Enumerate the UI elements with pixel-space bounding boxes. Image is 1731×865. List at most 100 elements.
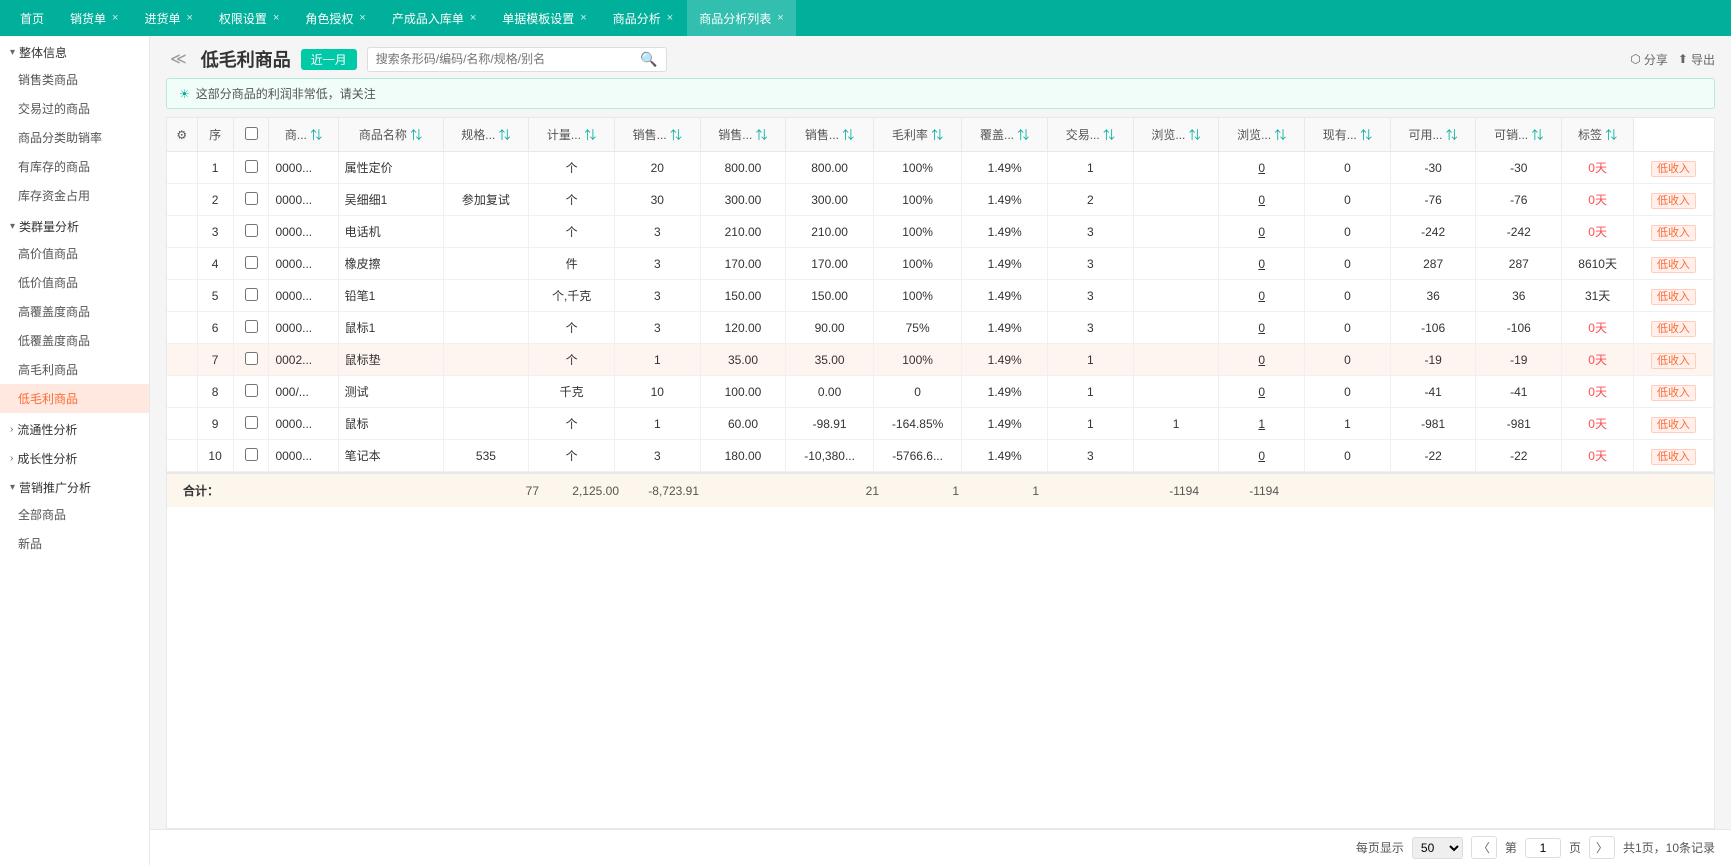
chevron-down-icon: ▾: [10, 221, 15, 232]
sidebar-item-low-margin[interactable]: 低毛利商品: [0, 384, 149, 413]
table-cell-s4: 100%: [873, 216, 961, 248]
row-checkbox[interactable]: [245, 352, 258, 365]
close-icon[interactable]: ×: [359, 12, 365, 24]
table-cell-code: 0002...: [269, 344, 338, 376]
row-checkbox[interactable]: [245, 448, 258, 461]
sidebar-item-low-value[interactable]: 低价值商品: [0, 268, 149, 297]
table-cell-checkbox[interactable]: [233, 344, 269, 376]
search-icon[interactable]: 🔍: [640, 51, 657, 68]
table-cell-tag: 低收入: [1634, 216, 1714, 248]
sidebar-collapse-button[interactable]: ≪: [166, 49, 191, 69]
nav-product-analysis[interactable]: 商品分析 ×: [601, 0, 685, 36]
row-checkbox[interactable]: [245, 160, 258, 173]
col-browse1[interactable]: 浏览... ⇅: [1133, 118, 1219, 152]
table-cell-browse1: 0: [1219, 184, 1305, 216]
col-browse2[interactable]: 浏览... ⇅: [1219, 118, 1305, 152]
prev-page-button[interactable]: 〈: [1471, 836, 1497, 859]
table-cell-stock: 287: [1390, 248, 1476, 280]
table-cell-saleable: 0天: [1562, 408, 1634, 440]
sidebar-group-marketing[interactable]: ▾ 营销推广分析: [0, 471, 149, 500]
filter-tag-month[interactable]: 近一月: [301, 49, 357, 70]
sidebar-item-high-value[interactable]: 高价值商品: [0, 239, 149, 268]
sidebar-item-new-goods[interactable]: 新品: [0, 529, 149, 558]
table-cell-checkbox[interactable]: [233, 376, 269, 408]
table-cell-tag: 低收入: [1634, 184, 1714, 216]
close-icon[interactable]: ×: [580, 12, 586, 24]
sidebar-item-low-coverage[interactable]: 低覆盖度商品: [0, 326, 149, 355]
col-stock[interactable]: 现有... ⇅: [1305, 118, 1391, 152]
page-size-select[interactable]: 50 100 200: [1412, 837, 1463, 859]
row-checkbox[interactable]: [245, 224, 258, 237]
table-cell-browse1: 0: [1219, 312, 1305, 344]
sidebar-item-category-rate[interactable]: 商品分类助销率: [0, 123, 149, 152]
col-checkbox[interactable]: [233, 118, 269, 152]
table-cell-trade: [1133, 376, 1219, 408]
close-icon[interactable]: ×: [112, 12, 118, 24]
nav-product-entry[interactable]: 产成品入库单 ×: [380, 0, 488, 36]
page-number-input[interactable]: [1525, 838, 1561, 858]
nav-permission-settings[interactable]: 权限设置 ×: [207, 0, 291, 36]
table-cell-checkbox[interactable]: [233, 216, 269, 248]
export-icon: ⬆: [1678, 52, 1688, 66]
col-tag[interactable]: 标签 ⇅: [1562, 118, 1634, 152]
sidebar-group-overall[interactable]: ▾ 整体信息: [0, 36, 149, 65]
table-cell-checkbox[interactable]: [233, 408, 269, 440]
row-checkbox[interactable]: [245, 288, 258, 301]
sidebar-group-cluster[interactable]: ▾ 类群量分析: [0, 210, 149, 239]
row-checkbox[interactable]: [245, 256, 258, 269]
nav-sales-order[interactable]: 销货单 ×: [58, 0, 130, 36]
col-margin[interactable]: 毛利率 ⇅: [873, 118, 961, 152]
close-icon[interactable]: ×: [470, 12, 476, 24]
sidebar-item-stock-capital[interactable]: 库存资金占用: [0, 181, 149, 210]
sidebar-group-growth[interactable]: › 成长性分析: [0, 442, 149, 471]
sidebar-item-in-stock[interactable]: 有库存的商品: [0, 152, 149, 181]
col-spec[interactable]: 规格... ⇅: [443, 118, 529, 152]
row-checkbox[interactable]: [245, 384, 258, 397]
nav-purchase-order[interactable]: 进货单 ×: [132, 0, 204, 36]
table-cell-checkbox[interactable]: [233, 312, 269, 344]
sidebar-group-liquidity[interactable]: › 流通性分析: [0, 413, 149, 442]
select-all-checkbox[interactable]: [245, 127, 258, 140]
table-cell-checkbox[interactable]: [233, 280, 269, 312]
col-unit[interactable]: 计量... ⇅: [529, 118, 615, 152]
next-page-button[interactable]: 〉: [1589, 836, 1615, 859]
table-cell-stock: -22: [1390, 440, 1476, 472]
row-checkbox[interactable]: [245, 320, 258, 333]
nav-home[interactable]: 首页: [8, 0, 56, 36]
sidebar-item-all-goods[interactable]: 全部商品: [0, 500, 149, 529]
col-coverage[interactable]: 覆盖... ⇅: [962, 118, 1048, 152]
nav-role-auth[interactable]: 角色授权 ×: [293, 0, 377, 36]
nav-template-settings[interactable]: 单据模板设置 ×: [490, 0, 598, 36]
sidebar-item-traded-goods[interactable]: 交易过的商品: [0, 94, 149, 123]
sidebar-item-sales-goods[interactable]: 销售类商品: [0, 65, 149, 94]
share-button[interactable]: ⬡ 分享: [1630, 51, 1668, 68]
sidebar-item-high-margin[interactable]: 高毛利商品: [0, 355, 149, 384]
sidebar-item-high-coverage[interactable]: 高覆盖度商品: [0, 297, 149, 326]
col-name[interactable]: 商品名称 ⇅: [338, 118, 443, 152]
table-cell-s4: -5766.6...: [873, 440, 961, 472]
search-input[interactable]: [376, 52, 641, 66]
col-sales2[interactable]: 销售... ⇅: [700, 118, 786, 152]
export-button[interactable]: ⬆ 导出: [1678, 51, 1715, 68]
table-cell-s3: 210.00: [786, 216, 874, 248]
row-checkbox[interactable]: [245, 192, 258, 205]
table-cell-checkbox[interactable]: [233, 440, 269, 472]
col-sales1[interactable]: 销售... ⇅: [614, 118, 700, 152]
close-icon[interactable]: ×: [667, 12, 673, 24]
table-cell-cov: 1: [1048, 152, 1134, 184]
table-cell-checkbox[interactable]: [233, 184, 269, 216]
close-icon[interactable]: ×: [273, 12, 279, 24]
col-trade[interactable]: 交易... ⇅: [1048, 118, 1134, 152]
col-code[interactable]: 商... ⇅: [269, 118, 338, 152]
row-checkbox[interactable]: [245, 416, 258, 429]
close-icon[interactable]: ×: [777, 12, 783, 24]
table-cell-checkbox[interactable]: [233, 152, 269, 184]
col-available[interactable]: 可用... ⇅: [1390, 118, 1476, 152]
table-cell-avail: -981: [1476, 408, 1562, 440]
nav-product-analysis-list[interactable]: 商品分析列表 ×: [687, 0, 795, 36]
col-saleable[interactable]: 可销... ⇅: [1476, 118, 1562, 152]
table-cell-checkbox[interactable]: [233, 248, 269, 280]
col-sales3[interactable]: 销售... ⇅: [786, 118, 874, 152]
col-settings[interactable]: ⚙: [167, 118, 197, 152]
close-icon[interactable]: ×: [186, 12, 192, 24]
